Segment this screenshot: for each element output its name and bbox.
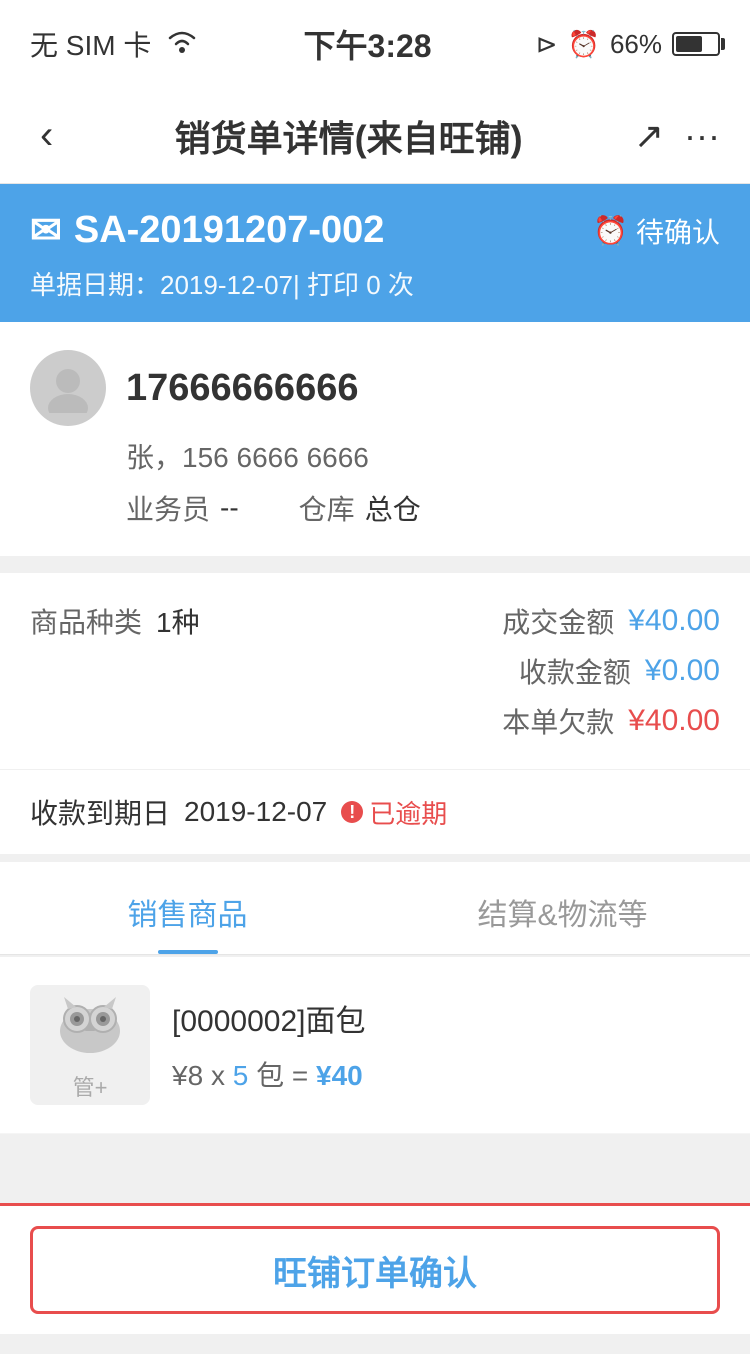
battery-icon: [672, 32, 720, 56]
nav-actions: ↗ ···: [634, 115, 720, 157]
product-thumbnail: 管+: [30, 985, 150, 1105]
customer-card: 17666666666 张，156 6666 6666 业务员 -- 仓库 总仓: [0, 322, 750, 557]
overdue-badge: ! 已逾期: [341, 794, 447, 831]
status-time: 下午3:28: [304, 21, 432, 67]
owed-label: 本单欠款: [502, 701, 614, 741]
customer-name: 张，156 6666 6666: [126, 436, 720, 476]
share-icon[interactable]: ↗: [634, 115, 664, 157]
overdue-icon: !: [341, 801, 363, 823]
page-title: 销货单详情(来自旺铺): [175, 110, 523, 162]
more-icon[interactable]: ···: [684, 115, 720, 157]
tab-settlement[interactable]: 结算&物流等: [375, 862, 750, 954]
avatar: [30, 350, 106, 426]
due-date-value: 2019-12-07: [184, 796, 327, 828]
status-right: ⊳ ⏰ 66%: [536, 29, 720, 60]
status-clock-icon: ⏰: [593, 214, 628, 247]
location-icon: ⊳: [536, 29, 558, 60]
tab-products[interactable]: 销售商品: [0, 862, 375, 954]
product-unit: 包: [256, 1060, 284, 1091]
bottom-bar: 旺铺订单确认: [0, 1203, 750, 1334]
product-type-value: 1种: [156, 601, 200, 641]
confirm-button[interactable]: 旺铺订单确认: [30, 1226, 720, 1314]
amount-label: 成交金额: [502, 601, 614, 641]
product-price: ¥8 x 5 包 = ¥40: [172, 1054, 720, 1094]
product-logo-icon: [50, 989, 130, 1066]
product-qty: 5: [233, 1060, 249, 1091]
status-left: 无 SIM 卡: [30, 24, 199, 64]
warehouse-label: 仓库: [299, 488, 355, 528]
product-info: [0000002]面包 ¥8 x 5 包 = ¥40: [172, 996, 720, 1094]
alarm-icon: ⏰: [568, 29, 600, 60]
product-logo-plus: 管+: [73, 1070, 108, 1102]
order-header: ✉ SA-20191207-002 ⏰ 待确认 单据日期：2019-12-07|…: [0, 184, 750, 322]
owed-value: ¥40.00: [628, 704, 720, 738]
warehouse-value: 总仓: [365, 488, 421, 528]
carrier-label: 无 SIM 卡: [30, 24, 151, 64]
customer-phone: 17666666666: [126, 367, 358, 410]
salesperson-label: 业务员: [126, 488, 210, 528]
summary-left: 商品种类 1种: [30, 601, 502, 641]
product-list: 管+ [0000002]面包 ¥8 x 5 包 = ¥40: [0, 957, 750, 1134]
wifi-icon: [165, 28, 199, 61]
nav-bar: ‹ 销货单详情(来自旺铺) ↗ ···: [0, 88, 750, 184]
back-button[interactable]: ‹: [30, 103, 63, 168]
product-item: 管+ [0000002]面包 ¥8 x 5 包 = ¥40: [0, 957, 750, 1134]
salesperson-value: --: [220, 492, 239, 524]
order-status: ⏰ 待确认: [593, 211, 720, 251]
summary-card: 商品种类 1种 成交金额 ¥40.00 收款金额 ¥0.00 本单欠款 ¥40.…: [0, 573, 750, 770]
received-value: ¥0.00: [645, 654, 720, 688]
battery-percent: 66%: [610, 29, 662, 60]
order-id: ✉ SA-20191207-002: [30, 208, 384, 253]
product-type-label: 商品种类: [30, 601, 142, 641]
received-label: 收款金额: [519, 651, 631, 691]
order-icon: ✉: [30, 208, 62, 253]
order-id-text: SA-20191207-002: [74, 209, 385, 252]
customer-meta: 业务员 -- 仓库 总仓: [126, 488, 720, 528]
due-date-label: 收款到期日: [30, 792, 170, 832]
due-date-card: 收款到期日 2019-12-07 ! 已逾期: [0, 770, 750, 862]
product-name: [0000002]面包: [172, 996, 720, 1040]
product-total: ¥40: [316, 1060, 363, 1091]
separator-1: [0, 557, 750, 573]
overdue-label: 已逾期: [369, 794, 447, 831]
status-text: 待确认: [636, 211, 720, 251]
amount-value: ¥40.00: [628, 604, 720, 638]
status-bar: 无 SIM 卡 下午3:28 ⊳ ⏰ 66%: [0, 0, 750, 88]
price-value: ¥8: [172, 1060, 203, 1091]
summary-right: 成交金额 ¥40.00 收款金额 ¥0.00 本单欠款 ¥40.00: [502, 601, 720, 741]
order-date: 单据日期：2019-12-07| 打印 0 次: [30, 265, 720, 302]
tabs-container: 销售商品 结算&物流等: [0, 862, 750, 955]
